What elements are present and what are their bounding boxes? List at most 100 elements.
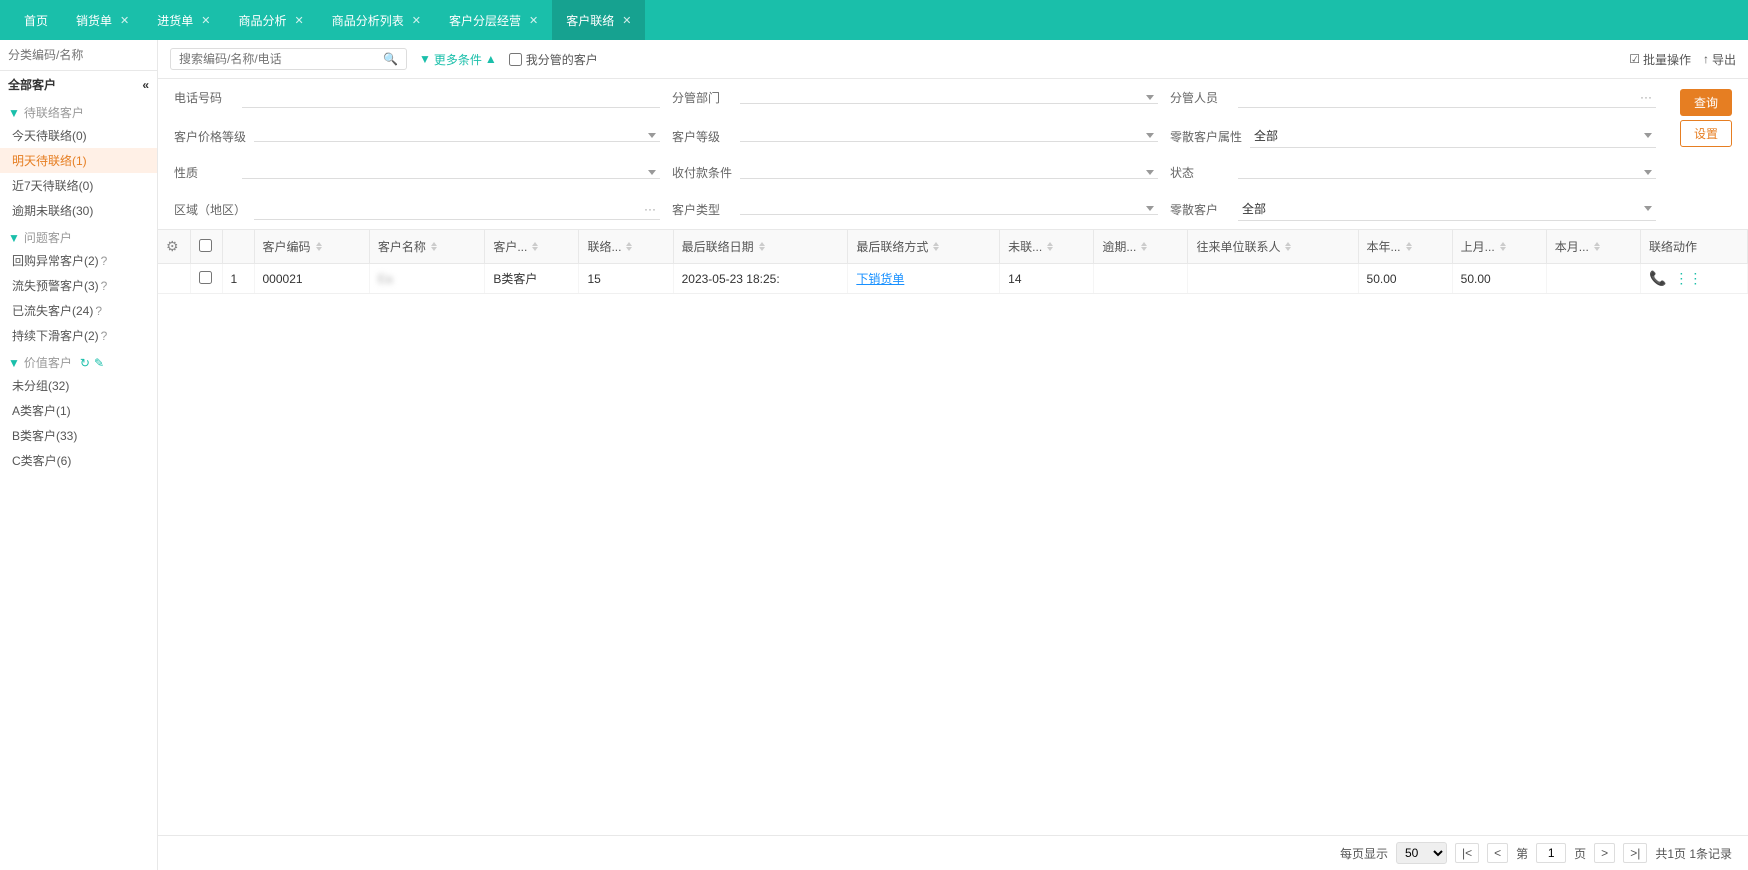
last-page-btn[interactable]: >| — [1623, 843, 1647, 863]
nav-close-customer-strat[interactable]: ✕ — [529, 14, 538, 27]
sidebar-item-unclassified[interactable]: 未分组(32) — [0, 373, 157, 398]
nav-close-product-analysis[interactable]: ✕ — [295, 14, 304, 27]
gender-select[interactable] — [242, 167, 660, 179]
sidebar-search-input[interactable] — [8, 48, 158, 62]
first-page-btn[interactable]: |< — [1455, 843, 1479, 863]
my-customers-checkbox[interactable] — [509, 53, 522, 66]
phone-label: 电话号码 — [174, 89, 234, 106]
sort-this-month-icon[interactable] — [1594, 242, 1600, 251]
cell-contacts: 15 — [579, 264, 673, 294]
contact-method-link[interactable]: 下销货单 — [856, 272, 904, 286]
cell-checkbox — [190, 264, 222, 294]
manager-select[interactable]: ··· — [1238, 87, 1656, 108]
sidebar-item-c-class[interactable]: C类客户(6) — [0, 448, 157, 473]
sidebar-item-repurchase-anomaly[interactable]: 回购异常客户(2) ? — [0, 248, 157, 273]
cell-code: 000021 — [254, 264, 369, 294]
th-action: 联络动作 — [1640, 230, 1747, 264]
search-icon[interactable]: 🔍 — [383, 52, 398, 66]
batch-op-btn[interactable]: ☑ 批量操作 — [1629, 51, 1691, 68]
region-select[interactable]: ··· — [254, 199, 660, 220]
main-layout: 🔍 全部客户 « ▼ 待联络客户 今天待联络(0) 明天待联络(1) 近7天待联… — [0, 40, 1748, 870]
sort-type-icon[interactable] — [532, 242, 538, 251]
nav-customer-contact[interactable]: 客户联络 ✕ — [552, 0, 645, 40]
nav-close-product-list[interactable]: ✕ — [412, 14, 421, 27]
sort-last-month-icon[interactable] — [1500, 242, 1506, 251]
query-button[interactable]: 查询 — [1680, 89, 1732, 116]
sidebar-item-churn-warning[interactable]: 流失预警客户(3) ? — [0, 273, 157, 298]
sort-contacts-icon[interactable] — [626, 242, 632, 251]
sidebar-item-b-class[interactable]: B类客户(33) — [0, 423, 157, 448]
price-level-select[interactable] — [254, 130, 660, 142]
settings-icon[interactable]: ⚙ — [166, 238, 179, 254]
cell-last-contact-method: 下销货单 — [848, 264, 1000, 294]
sidebar-value-edit-icon[interactable]: ✎ — [94, 356, 104, 370]
more-filter-btn[interactable]: ▼ 更多条件 ▲ — [419, 51, 497, 68]
cell-index: 1 — [222, 264, 254, 294]
per-page-select[interactable]: 50 100 200 — [1396, 842, 1447, 864]
next-page-btn[interactable]: > — [1594, 843, 1615, 863]
cell-action: 📞 ⋮⋮ — [1640, 264, 1747, 294]
sidebar-value-title: ▼ 价值客户 ↻ ✎ — [0, 348, 157, 373]
nav-product-analysis[interactable]: 商品分析 ✕ — [224, 0, 317, 40]
th-code: 客户编码 — [254, 230, 369, 264]
filter-retail-customer: 零散客户 全部 — [1170, 197, 1668, 221]
pagination: 每页显示 50 100 200 |< < 第 页 > >| 共1页 1条记录 — [158, 835, 1748, 870]
action-phone-icon[interactable]: 📞 — [1649, 270, 1666, 287]
th-name: 客户名称 — [369, 230, 484, 264]
status-select[interactable] — [1238, 167, 1656, 179]
page-input[interactable] — [1536, 843, 1566, 863]
customer-type-select[interactable] — [740, 203, 1158, 215]
filter-actions: 查询 设置 — [1680, 87, 1732, 147]
dept-select[interactable] — [740, 92, 1158, 104]
chevron-up-icon: ▲ — [485, 52, 497, 66]
phone-input[interactable] — [242, 87, 660, 108]
action-menu-icon[interactable]: ⋮⋮ — [1674, 270, 1702, 287]
sort-company-contact-icon[interactable] — [1285, 242, 1291, 251]
sort-name-icon[interactable] — [431, 242, 437, 251]
sidebar-item-churned[interactable]: 已流失客户(24) ? — [0, 298, 157, 323]
nav-customer-stratification[interactable]: 客户分层经营 ✕ — [435, 0, 552, 40]
sort-date-icon[interactable] — [759, 242, 765, 251]
sidebar-value-refresh-icon[interactable]: ↻ — [80, 356, 90, 370]
sidebar-all-customers[interactable]: 全部客户 « — [0, 71, 157, 98]
sidebar-item-today[interactable]: 今天待联络(0) — [0, 123, 157, 148]
nav-home[interactable]: 首页 — [10, 0, 62, 40]
sidebar-item-overdue[interactable]: 逾期未联络(30) — [0, 198, 157, 223]
payment-label: 收付款条件 — [672, 164, 732, 181]
filter-retail-attr: 零散客户属性 全部 — [1170, 124, 1668, 148]
table-wrap: ⚙ 客户编码 — [158, 230, 1748, 835]
sort-method-icon[interactable] — [933, 242, 939, 251]
nav-close-customer-contact[interactable]: ✕ — [622, 14, 631, 27]
select-all-checkbox[interactable] — [199, 239, 212, 252]
customer-level-select[interactable] — [740, 130, 1158, 142]
top-nav: 首页 销货单 ✕ 进货单 ✕ 商品分析 ✕ 商品分析列表 ✕ 客户分层经营 ✕ … — [0, 0, 1748, 40]
sort-no-contact-icon[interactable] — [1047, 242, 1053, 251]
prev-page-btn[interactable]: < — [1487, 843, 1508, 863]
nav-product-analysis-list[interactable]: 商品分析列表 ✕ — [318, 0, 435, 40]
manager-label: 分管人员 — [1170, 89, 1230, 106]
export-btn[interactable]: ↑ 导出 — [1703, 51, 1736, 68]
retail-customer-select[interactable]: 全部 — [1238, 197, 1656, 221]
filter-phone: 电话号码 — [174, 87, 672, 108]
th-this-month: 本月... — [1546, 230, 1640, 264]
sidebar-item-tomorrow[interactable]: 明天待联络(1) — [0, 148, 157, 173]
filter-payment: 收付款条件 — [672, 164, 1170, 181]
search-input-wrap[interactable]: 🔍 — [170, 48, 407, 70]
nav-sales-order[interactable]: 销货单 ✕ — [62, 0, 143, 40]
nav-close-sales-order[interactable]: ✕ — [120, 14, 129, 27]
nav-close-purchase[interactable]: ✕ — [201, 14, 210, 27]
sidebar-item-week[interactable]: 近7天待联络(0) — [0, 173, 157, 198]
settings-button[interactable]: 设置 — [1680, 120, 1732, 147]
filter-row-4: 区域（地区） ··· 客户类型 零散客户 — [174, 197, 1668, 221]
sort-overdue-icon[interactable] — [1141, 242, 1147, 251]
sort-code-icon[interactable] — [316, 242, 322, 251]
retail-attr-select[interactable]: 全部 — [1250, 124, 1656, 148]
nav-purchase-order[interactable]: 进货单 ✕ — [143, 0, 224, 40]
search-input[interactable] — [179, 52, 379, 66]
sort-year-icon[interactable] — [1406, 242, 1412, 251]
sidebar-item-a-class[interactable]: A类客户(1) — [0, 398, 157, 423]
sidebar-item-declining[interactable]: 持续下滑客户(2) ? — [0, 323, 157, 348]
filter-region: 区域（地区） ··· — [174, 199, 672, 220]
row-checkbox[interactable] — [199, 271, 212, 284]
payment-select[interactable] — [740, 167, 1158, 179]
